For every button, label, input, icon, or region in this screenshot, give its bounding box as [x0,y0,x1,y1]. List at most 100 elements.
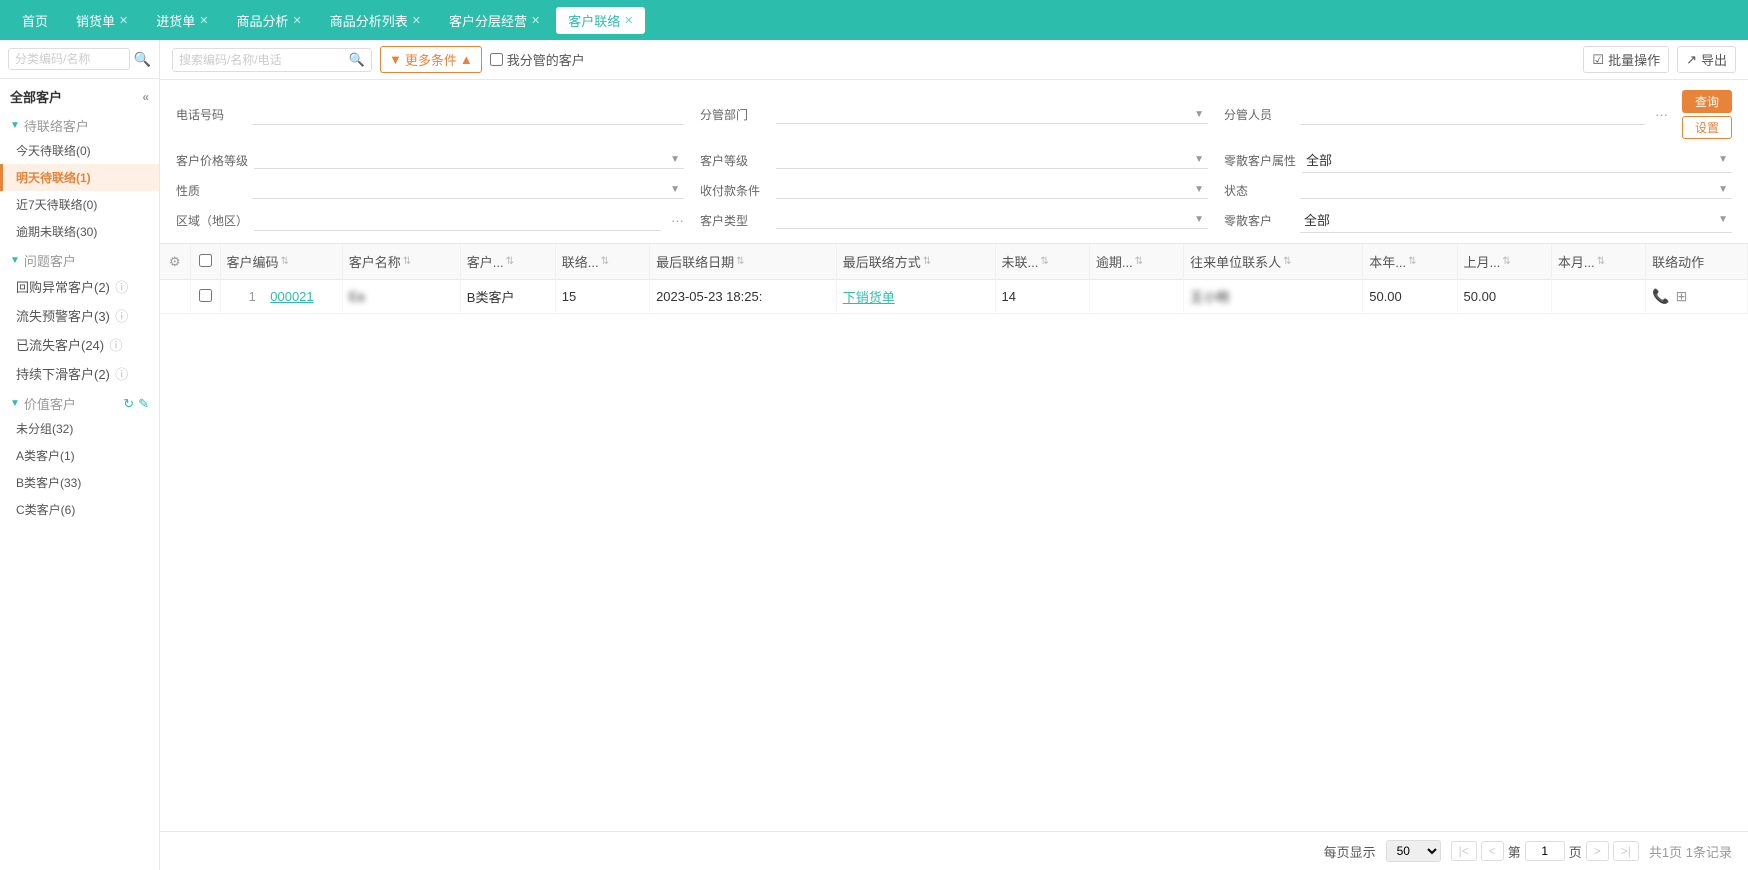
select-all-checkbox[interactable] [199,254,212,267]
checkbox-icon: ☑ [1592,52,1604,68]
batch-operation-btn[interactable]: ☑ 批量操作 [1583,46,1669,73]
row-gear [160,280,190,314]
customer-level-select[interactable]: ▼ [776,151,1208,169]
row-checkbox[interactable] [190,280,220,314]
price-level-select[interactable]: ▼ [254,151,684,169]
my-customers-check[interactable] [490,53,503,66]
info-icon-4: ⓘ [115,367,128,382]
sidebar-search-icon[interactable]: 🔍 [134,51,151,68]
content-area: 🔍 ▼ 更多条件 ▲ 我分管的客户 ☑ 批量操作 ↗ 导出 [160,40,1748,870]
page-size-select[interactable]: 50 100 200 [1386,840,1441,862]
sidebar-item-churned[interactable]: 已流失客户(24) ⓘ [0,330,159,359]
export-btn[interactable]: ↗ 导出 [1677,46,1736,73]
group-problem-customers[interactable]: ▼ 问题客户 [0,245,159,272]
unit-contact-text: 王小明 [1190,290,1229,305]
first-page-btn[interactable]: |< [1451,841,1477,861]
retail-attr-select[interactable]: 全部 ▼ [1302,147,1732,173]
collapse-icon[interactable]: « [142,90,149,104]
phone-action-icon[interactable]: 📞 [1652,288,1669,305]
sort-icon-3[interactable]: ⇅ [506,256,514,267]
manager-input[interactable] [1300,104,1645,125]
nav-customer-contact[interactable]: 客户联络 ✕ [556,7,645,34]
close-customer-contact-icon[interactable]: ✕ [624,14,633,27]
row-select-checkbox[interactable] [199,289,212,302]
sort-icon-7[interactable]: ⇅ [1040,256,1048,267]
checkbox-column-header[interactable] [190,244,220,280]
contact-action-cell: 📞 ⊞ [1646,280,1748,314]
nav-sales-order[interactable]: 销货单 ✕ [64,7,140,34]
col-last-month: 上月... ⇅ [1457,244,1551,280]
nav-purchase-order[interactable]: 进货单 ✕ [144,7,220,34]
gear-column-header[interactable]: ⚙ [160,244,190,280]
dept-select[interactable]: ▼ [776,106,1208,124]
nature-select[interactable]: ▼ [252,181,684,199]
refresh-icon[interactable]: ↻ [123,396,134,412]
search-input[interactable] [179,53,345,67]
sort-icon-6[interactable]: ⇅ [923,256,931,267]
prev-page-btn[interactable]: < [1481,841,1504,861]
this-month-cell [1551,280,1645,314]
sidebar-item-overdue-contact[interactable]: 逾期未联络(30) [0,218,159,245]
grid-action-icon[interactable]: ⊞ [1676,288,1688,305]
my-customers-checkbox[interactable]: 我分管的客户 [490,50,585,69]
sort-icon-2[interactable]: ⇅ [403,256,411,267]
close-sales-order-icon[interactable]: ✕ [119,14,128,27]
customer-code-link[interactable]: 000021 [270,289,313,304]
sidebar-item-declining[interactable]: 持续下滑客户(2) ⓘ [0,359,159,388]
sidebar-search-input[interactable] [8,48,130,70]
status-select[interactable]: ▼ [1300,181,1732,199]
all-customers-header[interactable]: 全部客户 « [0,79,159,110]
last-contact-method-link[interactable]: 下销货单 [843,290,895,305]
last-page-btn[interactable]: >| [1613,841,1639,861]
sidebar-item-today-contact[interactable]: 今天待联络(0) [0,137,159,164]
filter-region: 区域（地区） ··· [176,207,684,233]
sidebar-item-7day-contact[interactable]: 近7天待联络(0) [0,191,159,218]
sort-icon[interactable]: ⇅ [281,256,289,267]
col-customer-type: 客户... ⇅ [460,244,555,280]
close-purchase-order-icon[interactable]: ✕ [199,14,208,27]
query-button[interactable]: 查询 [1682,90,1732,113]
group-value-customers[interactable]: ▼ 价值客户 ↻ ✎ [0,388,159,415]
manager-dots-btn[interactable]: ··· [1655,107,1668,122]
unit-contact-cell: 王小明 [1184,280,1363,314]
sort-icon-4[interactable]: ⇅ [601,256,609,267]
sidebar-item-tomorrow-contact[interactable]: 明天待联络(1) [0,164,159,191]
next-page-btn[interactable]: > [1586,841,1609,861]
nav-customer-segmentation[interactable]: 客户分层经营 ✕ [437,7,552,34]
nav-home[interactable]: 首页 [10,7,60,34]
up-arrow-icon: ▲ [460,52,473,67]
search-icon[interactable]: 🔍 [349,52,365,68]
sort-icon-8[interactable]: ⇅ [1135,256,1143,267]
retail-customer-select[interactable]: 全部 ▼ [1300,207,1732,233]
info-icon-3: ⓘ [109,338,122,353]
customer-type-select[interactable]: ▼ [776,211,1208,229]
close-product-analysis-list-icon[interactable]: ✕ [412,14,421,27]
sidebar-item-a-class[interactable]: A类客户(1) [0,442,159,469]
sidebar-item-ungrouped[interactable]: 未分组(32) [0,415,159,442]
triangle-icon-2: ▼ [10,255,20,266]
sort-icon-12[interactable]: ⇅ [1597,256,1605,267]
sidebar-item-repurchase-abnormal[interactable]: 回购异常客户(2) ⓘ [0,272,159,301]
sort-icon-5[interactable]: ⇅ [736,256,744,267]
region-dots-btn[interactable]: ··· [671,213,684,228]
filter-manager: 分管人员 ··· 查询 设置 [1224,90,1732,139]
payment-terms-select[interactable]: ▼ [776,181,1208,199]
region-input[interactable] [254,210,661,231]
sort-icon-9[interactable]: ⇅ [1283,256,1291,267]
nav-product-analysis-list[interactable]: 商品分析列表 ✕ [318,7,433,34]
phone-input[interactable] [252,104,684,125]
sort-icon-11[interactable]: ⇅ [1502,256,1510,267]
close-product-analysis-icon[interactable]: ✕ [293,14,302,27]
more-conditions-btn[interactable]: ▼ 更多条件 ▲ [380,46,482,73]
group-pending-contact[interactable]: ▼ 待联络客户 [0,110,159,137]
sort-icon-10[interactable]: ⇅ [1408,256,1416,267]
nav-product-analysis[interactable]: 商品分析 ✕ [224,7,313,34]
sidebar-item-b-class[interactable]: B类客户(33) [0,469,159,496]
edit-icon[interactable]: ✎ [138,396,149,412]
sidebar-item-c-class[interactable]: C类客户(6) [0,496,159,523]
page-number-input[interactable] [1525,841,1565,861]
close-customer-segmentation-icon[interactable]: ✕ [531,14,540,27]
set-button[interactable]: 设置 [1682,116,1732,139]
col-overdue: 逾期... ⇅ [1089,244,1183,280]
sidebar-item-churn-warning[interactable]: 流失预警客户(3) ⓘ [0,301,159,330]
